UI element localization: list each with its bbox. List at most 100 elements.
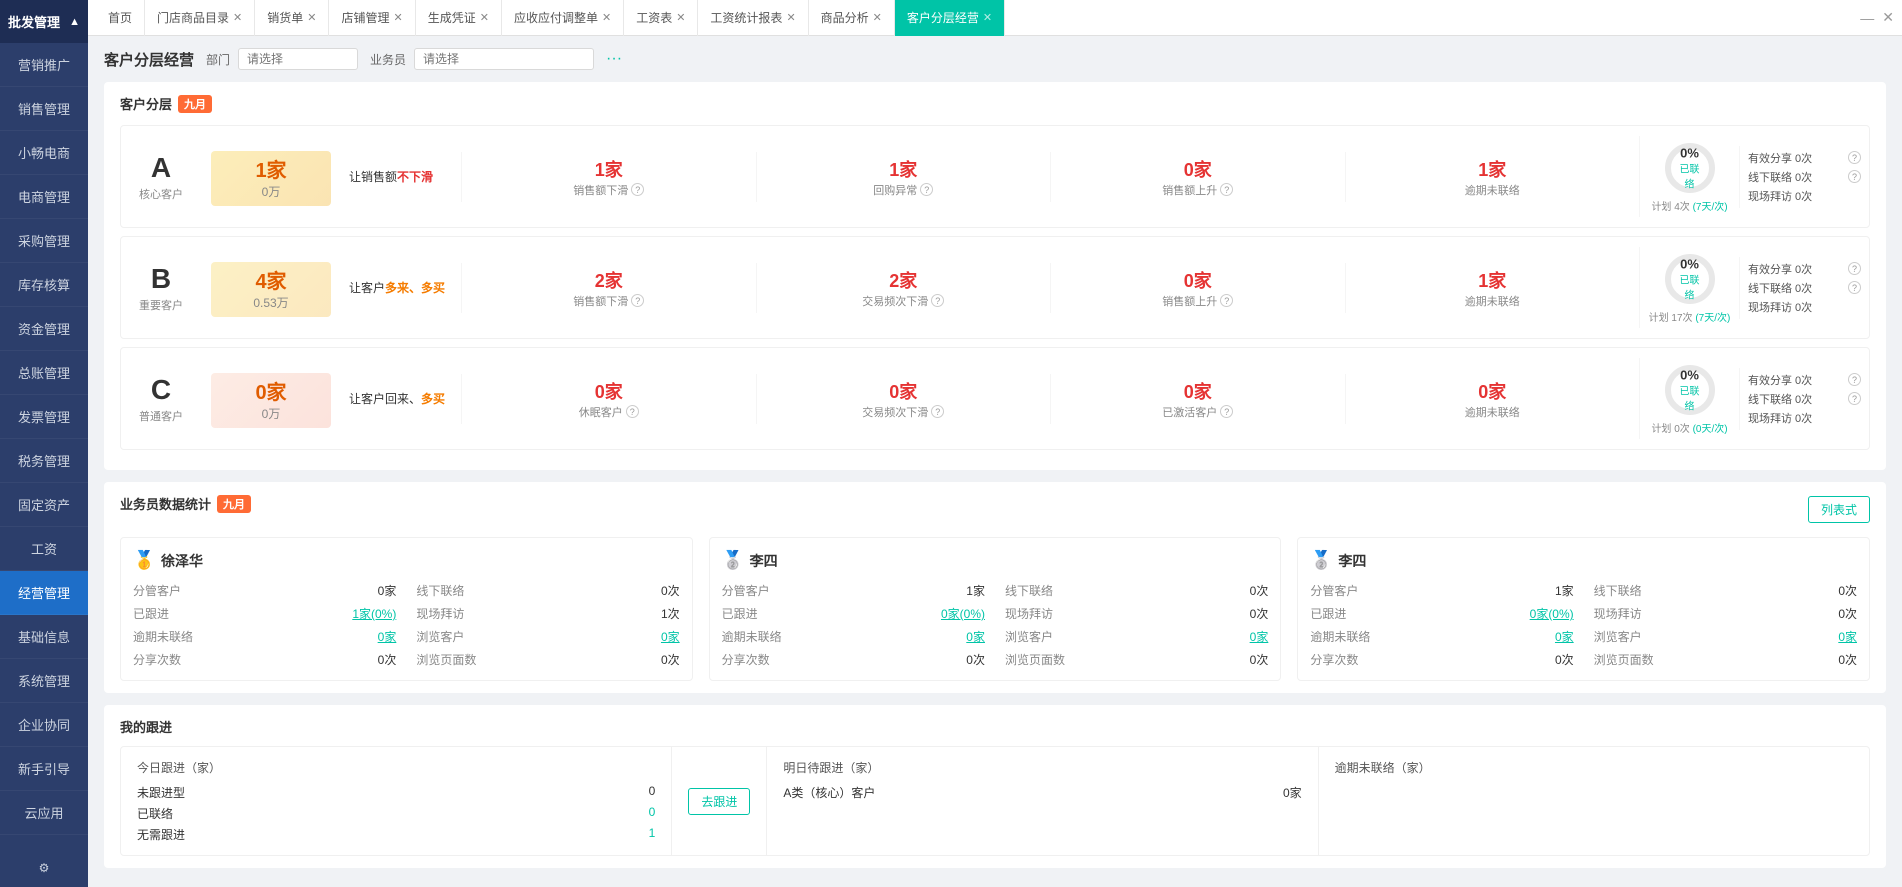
list-view-button[interactable]: 列表式: [1808, 496, 1870, 523]
tier-b-stat-share: 有效分享 0次 ?: [1748, 261, 1861, 277]
sidebar-item-ecom[interactable]: 电商管理: [0, 175, 88, 219]
tier-a-stat-4: 1家 逾期未联络: [1345, 152, 1640, 202]
info-icon[interactable]: ?: [1848, 151, 1861, 164]
sidebar-item-inventory[interactable]: 库存核算: [0, 263, 88, 307]
sidebar-item-basic[interactable]: 基础信息: [0, 615, 88, 659]
sidebar-item-ecom-small[interactable]: 小畅电商: [0, 131, 88, 175]
sidebar-item-collab[interactable]: 企业协同: [0, 703, 88, 747]
sidebar-item-system[interactable]: 系统管理: [0, 659, 88, 703]
sidebar-item-marketing[interactable]: 营销推广: [0, 43, 88, 87]
staff-card-2: 🥈 李四 分管客户 1家 线下联络 0次 已跟进: [709, 537, 1282, 681]
close-icon[interactable]: ✕: [983, 11, 992, 24]
info-icon[interactable]: ?: [631, 294, 644, 307]
dept-select[interactable]: [238, 48, 358, 70]
info-icon[interactable]: ?: [931, 294, 944, 307]
staff-select[interactable]: [414, 48, 594, 70]
close-icon[interactable]: ✕: [873, 11, 882, 24]
followup-today-title: 今日跟进（家）: [137, 759, 655, 776]
more-options-icon[interactable]: ···: [606, 50, 622, 68]
info-icon[interactable]: ?: [1848, 262, 1861, 275]
sidebar-item-tax[interactable]: 税务管理: [0, 439, 88, 483]
close-icon[interactable]: ✕: [307, 11, 316, 24]
medal-silver-icon: 🥈: [722, 550, 744, 572]
staff-2-managed: 分管客户 1家: [722, 582, 985, 599]
sidebar-header[interactable]: 批发管理 ▲: [0, 0, 88, 43]
close-icon[interactable]: ✕: [602, 11, 611, 24]
sidebar-item-invoice[interactable]: 发票管理: [0, 395, 88, 439]
tab-voucher[interactable]: 生成凭证 ✕: [416, 0, 502, 36]
close-icon[interactable]: ✕: [786, 11, 795, 24]
followup-tomorrow-row1: A类（核心）客户0家: [783, 784, 1301, 801]
page-header: 客户分层经营 部门 业务员 ···: [104, 48, 1886, 70]
sidebar-item-purchase[interactable]: 采购管理: [0, 219, 88, 263]
tier-section-title: 客户分层 九月: [120, 94, 1870, 113]
tab-sales-order[interactable]: 销货单 ✕: [255, 0, 329, 36]
tab-home[interactable]: 首页: [96, 0, 145, 36]
tier-b-stat-3: 0家 销售额上升 ?: [1050, 263, 1345, 313]
tier-c-stat-2: 0家 交易频次下滑 ?: [756, 374, 1051, 424]
tier-b-stat-4: 1家 逾期未联络: [1345, 263, 1640, 313]
sidebar-item-operations[interactable]: 经营管理: [0, 571, 88, 615]
staff-1-stats: 分管客户 0家 线下联络 0次 已跟进 1家(0%) 现场拜访: [133, 582, 680, 668]
biz-stats-section: 业务员数据统计 九月 列表式 🥇 徐泽华 分管客户 0家: [104, 482, 1886, 693]
tier-a-stat-visit: 现场拜访 0次: [1748, 188, 1861, 204]
info-icon[interactable]: ?: [1220, 294, 1233, 307]
info-icon[interactable]: ?: [631, 183, 644, 196]
tab-store-mgmt[interactable]: 店铺管理 ✕: [329, 0, 415, 36]
info-icon[interactable]: ?: [1220, 405, 1233, 418]
sidebar-item-payroll[interactable]: 工资: [0, 527, 88, 571]
tier-a-circle: 0% 已联络 计划 4次 (7天/次): [1639, 136, 1739, 217]
info-icon[interactable]: ?: [1848, 281, 1861, 294]
close-icon[interactable]: ✕: [480, 11, 489, 24]
info-icon[interactable]: ?: [626, 405, 639, 418]
tier-b-circle: 0% 已联络 计划 17次 (7天/次): [1639, 247, 1739, 328]
window-close-icon[interactable]: ✕: [1882, 9, 1894, 26]
main-area: 首页 门店商品目录 ✕ 销货单 ✕ 店铺管理 ✕ 生成凭证 ✕ 应收应付调整单 …: [88, 0, 1902, 887]
sidebar-item-guide[interactable]: 新手引导: [0, 747, 88, 791]
staff-card-3: 🥈 李四 分管客户 1家 线下联络 0次 已跟进: [1297, 537, 1870, 681]
staff-cards-grid: 🥇 徐泽华 分管客户 0家 线下联络 0次 已跟进: [120, 537, 1870, 681]
tier-b-stat-1: 2家 销售额下滑 ?: [461, 263, 756, 313]
staff-3-browse-customer: 浏览客户 0家: [1594, 628, 1857, 645]
window-minimize-icon[interactable]: —: [1860, 10, 1874, 26]
tier-c-stat-offline: 线下联络 0次 ?: [1748, 391, 1861, 407]
sidebar-item-assets[interactable]: 固定资产: [0, 483, 88, 527]
tab-bar: 首页 门店商品目录 ✕ 销货单 ✕ 店铺管理 ✕ 生成凭证 ✕ 应收应付调整单 …: [88, 0, 1902, 36]
sidebar-item-sales[interactable]: 销售管理: [0, 87, 88, 131]
page-content: 客户分层经营 部门 业务员 ··· 客户分层 九月 A 核心客户: [88, 36, 1902, 887]
info-icon[interactable]: ?: [1220, 183, 1233, 196]
staff-1-browse-pages: 浏览页面数 0次: [416, 651, 679, 668]
info-icon[interactable]: ?: [1848, 373, 1861, 386]
tab-ar-ap[interactable]: 应收应付调整单 ✕: [502, 0, 624, 36]
tab-product-analysis[interactable]: 商品分析 ✕: [809, 0, 895, 36]
followup-title: 我的跟进: [120, 717, 1870, 736]
tab-payroll-sheet[interactable]: 工资表 ✕: [624, 0, 698, 36]
staff-3-name-row: 🥈 李四: [1310, 550, 1857, 572]
info-icon[interactable]: ?: [931, 405, 944, 418]
sidebar-item-finance[interactable]: 资金管理: [0, 307, 88, 351]
tier-a-stat-1: 1家 销售额下滑 ?: [461, 152, 756, 202]
tier-b-summary: 4家 0.53万: [201, 259, 341, 317]
tab-store-products[interactable]: 门店商品目录 ✕: [145, 0, 255, 36]
info-icon[interactable]: ?: [1848, 392, 1861, 405]
info-icon[interactable]: ?: [920, 183, 933, 196]
sidebar-collapse-icon[interactable]: ▲: [69, 16, 80, 28]
close-icon[interactable]: ✕: [676, 11, 685, 24]
sidebar-item-ledger[interactable]: 总账管理: [0, 351, 88, 395]
tab-customer-tier[interactable]: 客户分层经营 ✕: [895, 0, 1005, 36]
close-icon[interactable]: ✕: [394, 11, 403, 24]
info-icon[interactable]: ?: [1848, 170, 1861, 183]
sidebar-settings[interactable]: ⚙: [0, 849, 88, 887]
goto-followup-button[interactable]: 去跟进: [688, 788, 750, 815]
tier-b-circle-label: 0% 已联络: [1676, 257, 1704, 302]
staff-3-offline: 线下联络 0次: [1594, 582, 1857, 599]
tier-a-circle-plan: 计划 4次 (7天/次): [1651, 198, 1727, 213]
tier-b-suggestion: 让客户多来、多买: [341, 279, 461, 296]
tab-payroll-report[interactable]: 工资统计报表 ✕: [698, 0, 808, 36]
staff-2-stats: 分管客户 1家 线下联络 0次 已跟进 0家(0%) 现场拜访: [722, 582, 1269, 668]
close-icon[interactable]: ✕: [233, 11, 242, 24]
staff-3-visit: 现场拜访 0次: [1594, 605, 1857, 622]
sidebar-item-cloud[interactable]: 云应用: [0, 791, 88, 835]
followup-overdue-title: 逾期未联络（家）: [1335, 759, 1853, 776]
staff-card-1: 🥇 徐泽华 分管客户 0家 线下联络 0次 已跟进: [120, 537, 693, 681]
